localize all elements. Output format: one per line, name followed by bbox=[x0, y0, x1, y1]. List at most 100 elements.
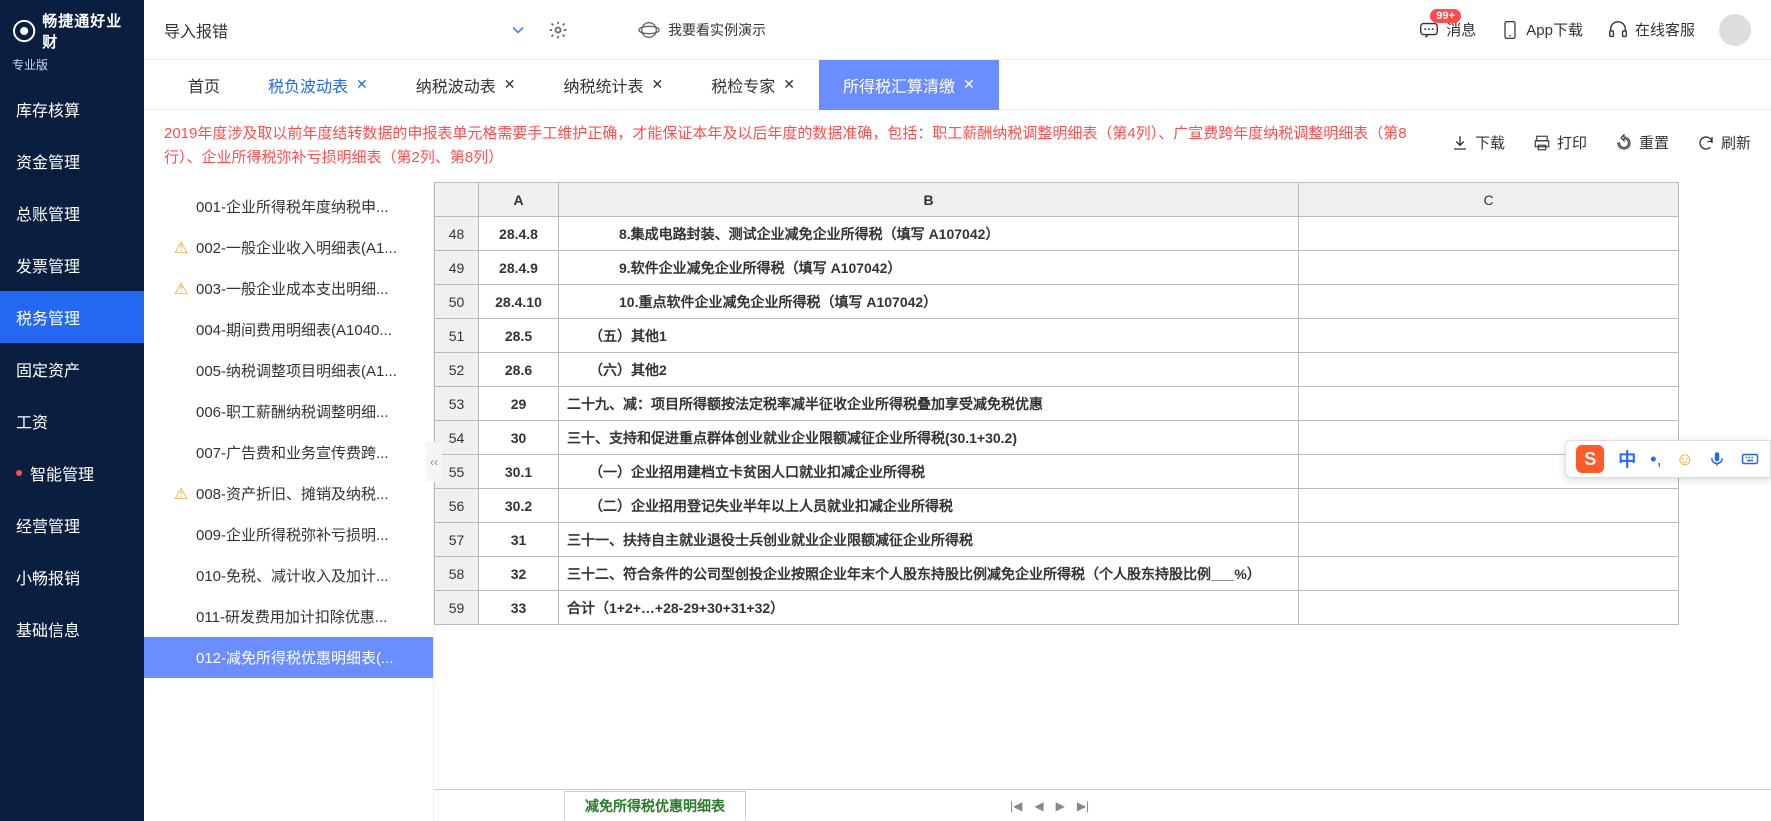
cell-b[interactable]: 三十一、扶持自主就业退役士兵创业就业企业限额减征企业所得税 bbox=[559, 523, 1299, 557]
tab-0[interactable]: 首页 bbox=[164, 60, 244, 110]
cell-c[interactable] bbox=[1299, 285, 1679, 319]
print-button[interactable]: 打印 bbox=[1533, 132, 1587, 153]
ime-keyboard-icon[interactable] bbox=[1740, 450, 1760, 468]
tree-item-11[interactable]: 012-减免所得税优惠明细表(... bbox=[144, 637, 433, 678]
sidebar-item-8[interactable]: 经营管理 bbox=[0, 499, 144, 551]
row-header[interactable]: 51 bbox=[435, 319, 479, 353]
ime-lang[interactable]: 中 bbox=[1618, 446, 1636, 472]
download-button[interactable]: 下载 bbox=[1451, 132, 1505, 153]
sidebar-item-1[interactable]: 资金管理 bbox=[0, 135, 144, 187]
row-header[interactable]: 53 bbox=[435, 387, 479, 421]
cell-c[interactable] bbox=[1299, 353, 1679, 387]
tab-1[interactable]: 税负波动表✕ bbox=[244, 60, 392, 110]
cell-c[interactable] bbox=[1299, 557, 1679, 591]
tree-item-5[interactable]: 006-职工薪酬纳税调整明细... bbox=[144, 391, 433, 432]
messages-button[interactable]: 99+ 消息 bbox=[1418, 19, 1476, 41]
sidebar-item-5[interactable]: 固定资产 bbox=[0, 343, 144, 395]
sidebar-item-6[interactable]: 工资 bbox=[0, 395, 144, 447]
row-header[interactable]: 49 bbox=[435, 251, 479, 285]
cell-b[interactable]: 10.重点软件企业减免企业所得税（填写 A107042） bbox=[559, 285, 1299, 319]
close-icon[interactable]: ✕ bbox=[504, 76, 516, 93]
cell-b[interactable]: 三十、支持和促进重点群体创业就业企业限额减征企业所得税(30.1+30.2) bbox=[559, 421, 1299, 455]
tree-item-10[interactable]: 011-研发费用加计扣除优惠... bbox=[144, 596, 433, 637]
ime-punct-icon[interactable]: •, bbox=[1650, 449, 1661, 470]
sidebar-item-4[interactable]: 税务管理 bbox=[0, 291, 144, 343]
cell-b[interactable]: 9.软件企业减免企业所得税（填写 A107042） bbox=[559, 251, 1299, 285]
cell-a[interactable]: 29 bbox=[479, 387, 559, 421]
tree-item-6[interactable]: 007-广告费和业务宣传费跨... bbox=[144, 432, 433, 473]
cell-c[interactable] bbox=[1299, 251, 1679, 285]
row-header[interactable]: 58 bbox=[435, 557, 479, 591]
close-icon[interactable]: ✕ bbox=[356, 76, 368, 93]
cell-c[interactable] bbox=[1299, 387, 1679, 421]
col-header-b[interactable]: B bbox=[559, 183, 1299, 217]
chevron-down-icon[interactable] bbox=[508, 20, 528, 40]
close-icon[interactable]: ✕ bbox=[963, 76, 975, 93]
row-header[interactable]: 59 bbox=[435, 591, 479, 625]
tab-4[interactable]: 税检专家✕ bbox=[687, 60, 819, 110]
row-header[interactable]: 48 bbox=[435, 217, 479, 251]
sidebar-item-0[interactable]: 库存核算 bbox=[0, 83, 144, 135]
ime-mic-icon[interactable] bbox=[1708, 450, 1726, 468]
cell-a[interactable]: 30.2 bbox=[479, 489, 559, 523]
col-header-a[interactable]: A bbox=[479, 183, 559, 217]
cell-b[interactable]: （六）其他2 bbox=[559, 353, 1299, 387]
close-icon[interactable]: ✕ bbox=[652, 76, 664, 93]
tree-item-0[interactable]: 001-企业所得税年度纳税申... bbox=[144, 186, 433, 227]
refresh-button[interactable]: 刷新 bbox=[1697, 132, 1751, 153]
tree-item-3[interactable]: 004-期间费用明细表(A1040... bbox=[144, 309, 433, 350]
cell-a[interactable]: 28.4.8 bbox=[479, 217, 559, 251]
cell-a[interactable]: 30.1 bbox=[479, 455, 559, 489]
row-header[interactable]: 52 bbox=[435, 353, 479, 387]
cell-b[interactable]: （五）其他1 bbox=[559, 319, 1299, 353]
demo-link[interactable]: 我要看实例演示 bbox=[638, 19, 766, 41]
cell-b[interactable]: 8.集成电路封装、测试企业减免企业所得税（填写 A107042） bbox=[559, 217, 1299, 251]
tree-item-8[interactable]: 009-企业所得税弥补亏损明... bbox=[144, 514, 433, 555]
sidebar-item-9[interactable]: 小畅报销 bbox=[0, 551, 144, 603]
sheet-tab[interactable]: 减免所得税优惠明细表 bbox=[564, 791, 746, 820]
cell-c[interactable] bbox=[1299, 591, 1679, 625]
row-header[interactable]: 50 bbox=[435, 285, 479, 319]
cell-b[interactable]: 三十二、符合条件的公司型创投企业按照企业年末个人股东持股比例减免企业所得税（个人… bbox=[559, 557, 1299, 591]
tab-2[interactable]: 纳税波动表✕ bbox=[392, 60, 540, 110]
ime-emoji-icon[interactable]: ☺ bbox=[1676, 449, 1694, 470]
cell-b[interactable]: （一）企业招用建档立卡贫困人口就业扣减企业所得税 bbox=[559, 455, 1299, 489]
sheet-nav-prev[interactable]: ◀ bbox=[1030, 799, 1047, 813]
close-icon[interactable]: ✕ bbox=[783, 76, 795, 93]
cell-a[interactable]: 28.5 bbox=[479, 319, 559, 353]
cell-b[interactable]: 合计（1+2+…+28-29+30+31+32） bbox=[559, 591, 1299, 625]
support-button[interactable]: 在线客服 bbox=[1607, 19, 1695, 41]
gear-icon[interactable] bbox=[548, 20, 568, 40]
cell-b[interactable]: （二）企业招用登记失业半年以上人员就业扣减企业所得税 bbox=[559, 489, 1299, 523]
tree-item-7[interactable]: ⚠008-资产折旧、摊销及纳税... bbox=[144, 473, 433, 514]
tree-item-2[interactable]: ⚠003-一般企业成本支出明细... bbox=[144, 268, 433, 309]
sheet-nav-first[interactable]: |◀ bbox=[1006, 799, 1026, 813]
tree-item-4[interactable]: 005-纳税调整项目明细表(A1... bbox=[144, 350, 433, 391]
cell-b[interactable]: 二十九、减：项目所得额按法定税率减半征收企业所得税叠加享受减免税优惠 bbox=[559, 387, 1299, 421]
cell-c[interactable] bbox=[1299, 489, 1679, 523]
tree-item-1[interactable]: ⚠002-一般企业收入明细表(A1... bbox=[144, 227, 433, 268]
sidebar-item-7[interactable]: 智能管理 bbox=[0, 447, 144, 499]
tree-item-9[interactable]: 010-免税、减计收入及加计... bbox=[144, 555, 433, 596]
sheet-nav-next[interactable]: ▶ bbox=[1052, 799, 1069, 813]
cell-c[interactable] bbox=[1299, 217, 1679, 251]
sheet-nav-last[interactable]: ▶| bbox=[1073, 799, 1093, 813]
col-header-c[interactable]: C bbox=[1299, 183, 1679, 217]
spreadsheet[interactable]: A B C 4828.4.88.集成电路封装、测试企业减免企业所得税（填写 A1… bbox=[434, 182, 1771, 789]
row-header[interactable]: 56 bbox=[435, 489, 479, 523]
cell-a[interactable]: 30 bbox=[479, 421, 559, 455]
cell-a[interactable]: 28.4.9 bbox=[479, 251, 559, 285]
cell-a[interactable]: 33 bbox=[479, 591, 559, 625]
sidebar-item-2[interactable]: 总账管理 bbox=[0, 187, 144, 239]
cell-a[interactable]: 28.4.10 bbox=[479, 285, 559, 319]
cell-a[interactable]: 31 bbox=[479, 523, 559, 557]
cell-c[interactable] bbox=[1299, 319, 1679, 353]
avatar[interactable] bbox=[1719, 14, 1751, 46]
reset-button[interactable]: 重置 bbox=[1615, 132, 1669, 153]
sidebar-item-10[interactable]: 基础信息 bbox=[0, 603, 144, 655]
tab-5[interactable]: 所得税汇算清缴✕ bbox=[819, 60, 999, 110]
cell-c[interactable] bbox=[1299, 523, 1679, 557]
cell-a[interactable]: 32 bbox=[479, 557, 559, 591]
row-header[interactable]: 57 bbox=[435, 523, 479, 557]
cell-a[interactable]: 28.6 bbox=[479, 353, 559, 387]
